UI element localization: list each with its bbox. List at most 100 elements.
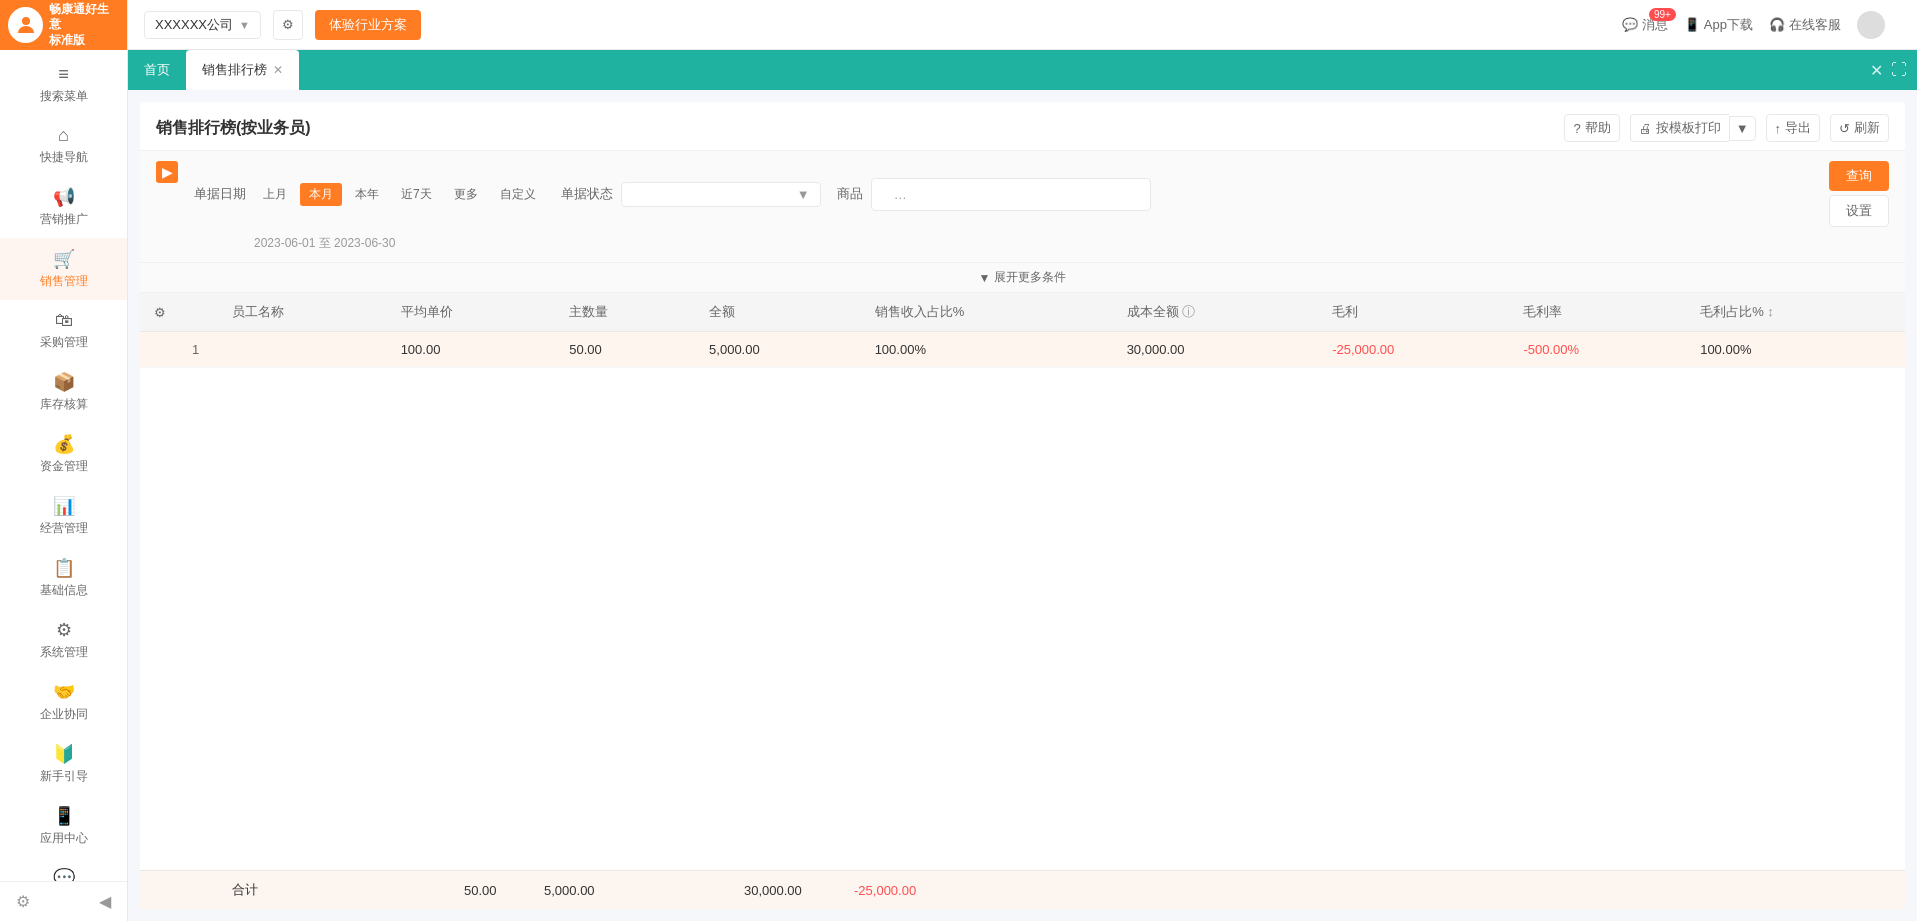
sidebar-item-operations[interactable]: 📊 经营管理 — [0, 485, 127, 547]
guide-icon: 🔰 — [53, 743, 75, 765]
topbar: XXXXXX公司 ▼ ⚙ 体验行业方案 💬 消息 99+ 📱 App下载 🎧 在… — [128, 0, 1917, 50]
print-dropdown-button[interactable]: ▼ — [1729, 116, 1756, 141]
headset-icon: 🎧 — [1769, 17, 1785, 32]
row-rank: 1 — [180, 332, 220, 368]
company-selector[interactable]: XXXXXX公司 ▼ — [144, 11, 261, 39]
footer-quantity: 50.00 — [452, 883, 532, 898]
goods-select[interactable]: … — [871, 178, 1151, 211]
row-sales-pct: 100.00% — [863, 332, 1115, 368]
date-tab-this-year[interactable]: 本年 — [346, 183, 388, 206]
date-range-display: 2023-06-01 至 2023-06-30 — [254, 235, 1889, 252]
date-tab-custom[interactable]: 自定义 — [491, 183, 545, 206]
sales-icon: 🛒 — [53, 248, 75, 270]
chevron-down-icon: ▼ — [979, 271, 991, 285]
page-title: 销售排行榜(按业务员) — [156, 118, 311, 139]
cost-info-icon[interactable]: ⓘ — [1182, 304, 1195, 319]
question-icon: ? — [1573, 121, 1580, 136]
tab-sales-ranking[interactable]: 销售排行榜 ✕ — [186, 50, 299, 90]
sidebar-item-inventory[interactable]: 📦 库存核算 — [0, 361, 127, 423]
sidebar-item-purchase[interactable]: 🛍 采购管理 — [0, 300, 127, 361]
col-gross-rate: 毛利率 — [1511, 293, 1688, 332]
date-filter-group: 单据日期 上月 本月 本年 近7天 更多 自定义 — [194, 183, 545, 206]
table-header-row: ⚙ 员工名称 平均单价 主数量 全额 销售收入占比% 成本全额 ⓘ 毛利 — [140, 293, 1905, 332]
topbar-right: 💬 消息 99+ 📱 App下载 🎧 在线客服 — [1622, 11, 1901, 39]
main-content: XXXXXX公司 ▼ ⚙ 体验行业方案 💬 消息 99+ 📱 App下载 🎧 在… — [128, 0, 1917, 921]
sidebar-item-shortcut[interactable]: ⌂ 快捷导航 — [0, 115, 127, 176]
sidebar-footer: ⚙ ◀ — [0, 881, 127, 921]
printer-icon: 🖨 — [1639, 121, 1652, 136]
settings-side-button[interactable]: 设置 — [1829, 195, 1889, 227]
user-avatar[interactable] — [1857, 11, 1885, 39]
app-download-icon: 📱 — [1684, 17, 1700, 32]
goods-label: 商品 — [837, 185, 863, 203]
expand-more-button[interactable]: ▼ 展开更多条件 — [979, 269, 1067, 286]
sidebar-item-basic[interactable]: 📋 基础信息 — [0, 547, 127, 609]
sidebar-item-appstore[interactable]: 📱 应用中心 — [0, 795, 127, 857]
purchase-icon: 🛍 — [55, 310, 73, 331]
footer-total-label: 合计 — [232, 881, 352, 899]
tab-home[interactable]: 首页 — [128, 50, 186, 90]
trial-button[interactable]: 体验行业方案 — [315, 10, 421, 40]
date-tab-7days[interactable]: 近7天 — [392, 183, 441, 206]
date-tab-last-month[interactable]: 上月 — [254, 183, 296, 206]
col-settings[interactable]: ⚙ — [140, 293, 180, 332]
help-button[interactable]: ? 帮助 — [1564, 114, 1619, 142]
row-avg-price: 100.00 — [389, 332, 558, 368]
tab-close-icon[interactable]: ✕ — [273, 63, 283, 77]
sidebar-item-sales[interactable]: 🛒 销售管理 — [0, 238, 127, 300]
col-amount: 全额 — [697, 293, 863, 332]
company-settings-button[interactable]: ⚙ — [273, 10, 303, 40]
footer-cost: 30,000.00 — [732, 883, 842, 898]
logo-icon — [8, 7, 43, 43]
sidebar-item-marketing[interactable]: 📢 营销推广 — [0, 176, 127, 238]
collapse-sidebar-icon[interactable]: ◀ — [99, 892, 111, 911]
message-badge: 99+ — [1649, 8, 1676, 21]
sidebar-item-guide[interactable]: 🔰 新手引导 — [0, 733, 127, 795]
goods-filter-group: 商品 … — [837, 178, 1151, 211]
app-download-button[interactable]: 📱 App下载 — [1684, 16, 1753, 34]
export-button[interactable]: ↑ 导出 — [1766, 114, 1821, 142]
table-body: 1 100.00 50.00 5,000.00 100.00% 30,000.0… — [140, 332, 1905, 368]
col-sales-pct: 销售收入占比% — [863, 293, 1115, 332]
maximize-window-icon[interactable]: ⛶ — [1891, 61, 1907, 79]
table-row: 1 100.00 50.00 5,000.00 100.00% 30,000.0… — [140, 332, 1905, 368]
date-tab-this-month[interactable]: 本月 — [300, 183, 342, 206]
query-button[interactable]: 查询 — [1829, 161, 1889, 191]
col-gross-pct: 毛利占比% ↕ — [1688, 293, 1905, 332]
finance-icon: 💰 — [53, 433, 75, 455]
data-table-container: ⚙ 员工名称 平均单价 主数量 全额 销售收入占比% 成本全额 ⓘ 毛利 — [140, 293, 1905, 870]
sidebar: 畅康通好生意 标准版 ≡ 搜索菜单 ⌂ 快捷导航 📢 营销推广 🛒 销售管理 🛍… — [0, 0, 128, 921]
date-tab-more[interactable]: 更多 — [445, 183, 487, 206]
logo-text: 畅康通好生意 标准版 — [49, 2, 119, 49]
filter-expand-arrow[interactable]: ▶ — [156, 161, 178, 183]
sidebar-item-collab[interactable]: 🤝 企业协同 — [0, 671, 127, 733]
row-gross-pct: 100.00% — [1688, 332, 1905, 368]
row-quantity: 50.00 — [557, 332, 697, 368]
sidebar-item-finance[interactable]: 💰 资金管理 — [0, 423, 127, 485]
export-icon: ↑ — [1775, 121, 1782, 136]
sidebar-item-system[interactable]: ⚙ 系统管理 — [0, 609, 127, 671]
footer-gross: -25,000.00 — [842, 883, 942, 898]
wechat-icon: 💬 — [53, 867, 75, 881]
status-select-chevron-icon: ▼ — [797, 187, 810, 202]
expand-filters-bar: ▼ 展开更多条件 — [140, 263, 1905, 293]
close-window-icon[interactable]: ✕ — [1870, 61, 1883, 80]
page-actions: ? 帮助 🖨 按模板打印 ▼ ↑ 导出 — [1564, 114, 1889, 142]
footer-amount: 5,000.00 — [532, 883, 632, 898]
refresh-button[interactable]: ↺ 刷新 — [1830, 114, 1889, 142]
row-gross: -25,000.00 — [1320, 332, 1511, 368]
settings-footer-icon[interactable]: ⚙ — [16, 892, 30, 911]
row-amount: 5,000.00 — [697, 332, 863, 368]
basic-icon: 📋 — [53, 557, 75, 579]
message-button[interactable]: 💬 消息 99+ — [1622, 16, 1668, 34]
message-icon: 💬 — [1622, 17, 1638, 32]
row-settings — [140, 332, 180, 368]
gross-pct-info-icon[interactable]: ↕ — [1767, 304, 1774, 319]
svg-point-0 — [22, 17, 30, 25]
print-button-group: 🖨 按模板打印 ▼ — [1630, 114, 1756, 142]
status-select[interactable]: ▼ — [621, 182, 821, 207]
sidebar-item-wechat[interactable]: 💬 企业微信 — [0, 857, 127, 881]
online-service-button[interactable]: 🎧 在线客服 — [1769, 16, 1841, 34]
print-button[interactable]: 🖨 按模板打印 — [1630, 114, 1729, 142]
sidebar-item-search[interactable]: ≡ 搜索菜单 — [0, 54, 127, 115]
